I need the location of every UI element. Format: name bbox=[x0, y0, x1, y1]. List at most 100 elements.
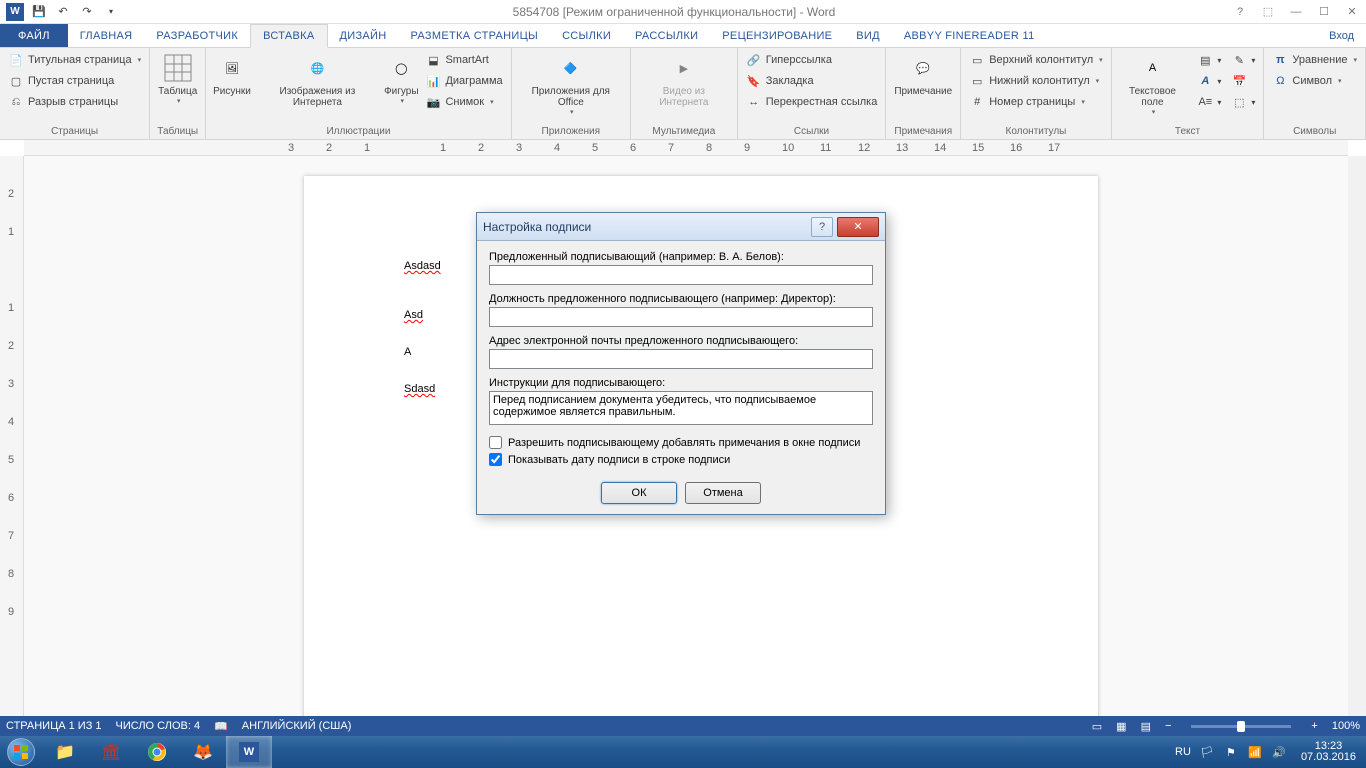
cover-page-button[interactable]: 📄Титульная страница bbox=[4, 50, 145, 70]
tab-developer[interactable]: Разработчик bbox=[144, 24, 250, 47]
bookmark-button[interactable]: 🔖Закладка bbox=[742, 71, 882, 91]
redo-icon[interactable]: ↷ bbox=[76, 1, 98, 23]
ribbon-options-icon[interactable]: ⬚ bbox=[1254, 1, 1282, 23]
signer-input[interactable] bbox=[489, 265, 873, 285]
instructions-textarea[interactable] bbox=[489, 391, 873, 425]
word-count[interactable]: ЧИСЛО СЛОВ: 4 bbox=[116, 720, 201, 732]
chart-button[interactable]: 📊Диаграмма bbox=[421, 71, 506, 91]
tab-insert[interactable]: ВСТАВКА bbox=[250, 24, 327, 48]
tab-file[interactable]: ФАЙЛ bbox=[0, 24, 68, 47]
hyperlink-button[interactable]: 🔗Гиперссылка bbox=[742, 50, 882, 70]
taskbar-chrome[interactable] bbox=[134, 736, 180, 768]
office-apps-icon: 🔷 bbox=[555, 52, 587, 84]
word-icon[interactable]: W bbox=[4, 1, 26, 23]
zoom-slider[interactable] bbox=[1191, 725, 1291, 728]
pictures-button[interactable]: 🖼Рисунки bbox=[210, 50, 253, 99]
online-video-label: Видео из Интернета bbox=[639, 86, 729, 108]
date-time-button[interactable]: 📅 bbox=[1227, 71, 1259, 91]
save-icon[interactable]: 💾 bbox=[28, 1, 50, 23]
comment-button[interactable]: 💬Примечание bbox=[890, 50, 956, 99]
sign-in-link[interactable]: Вход bbox=[1317, 24, 1366, 47]
tab-review[interactable]: РЕЦЕНЗИРОВАНИЕ bbox=[710, 24, 844, 47]
maximize-icon[interactable]: ☐ bbox=[1310, 1, 1338, 23]
spell-check-icon[interactable]: 📖 bbox=[214, 720, 228, 733]
tab-view[interactable]: ВИД bbox=[844, 24, 892, 47]
page-number-button[interactable]: #Номер страницы bbox=[965, 92, 1106, 112]
table-button[interactable]: Таблица bbox=[154, 50, 201, 107]
ok-button[interactable]: ОК bbox=[601, 482, 677, 504]
dialog-help-icon[interactable]: ? bbox=[811, 217, 833, 237]
smartart-button[interactable]: ⬓SmartArt bbox=[421, 50, 506, 70]
cancel-button[interactable]: Отмена bbox=[685, 482, 761, 504]
allow-comments-checkbox-row[interactable]: Разрешить подписывающему добавлять приме… bbox=[489, 436, 873, 449]
text-box-button[interactable]: AТекстовое поле bbox=[1116, 50, 1190, 118]
tray-volume-icon[interactable]: 🔊 bbox=[1271, 744, 1287, 760]
wordart-button[interactable]: A▾ bbox=[1193, 71, 1225, 91]
taskbar-app1[interactable]: 🏛 bbox=[88, 736, 134, 768]
zoom-out-icon[interactable]: − bbox=[1165, 720, 1171, 732]
pictures-label: Рисунки bbox=[213, 86, 251, 97]
office-apps-button[interactable]: 🔷Приложения для Office bbox=[516, 50, 626, 118]
tab-references[interactable]: ССЫЛКИ bbox=[550, 24, 623, 47]
group-tables-label: Таблицы bbox=[154, 125, 201, 139]
symbol-button[interactable]: ΩСимвол bbox=[1268, 71, 1361, 91]
tab-home[interactable]: ГЛАВНАЯ bbox=[68, 24, 145, 47]
dialog-titlebar[interactable]: Настройка подписи ? ✕ bbox=[477, 213, 885, 241]
footer-button[interactable]: ▭Нижний колонтитул bbox=[965, 71, 1106, 91]
object-button[interactable]: ⬚▾ bbox=[1227, 92, 1259, 112]
web-layout-icon[interactable]: ▤ bbox=[1141, 720, 1151, 733]
cross-ref-button[interactable]: ↔Перекрестная ссылка bbox=[742, 92, 882, 112]
dialog-close-icon[interactable]: ✕ bbox=[837, 217, 879, 237]
screenshot-icon: 📷 bbox=[425, 94, 441, 110]
minimize-icon[interactable]: — bbox=[1282, 1, 1310, 23]
page-break-button[interactable]: ⎌Разрыв страницы bbox=[4, 92, 145, 112]
taskbar-word[interactable]: W bbox=[226, 736, 272, 768]
horizontal-ruler[interactable]: 321 123 456 789 101112 131415 1617 bbox=[24, 140, 1348, 156]
taskbar-firefox[interactable]: 🦊 bbox=[180, 736, 226, 768]
blank-page-label: Пустая страница bbox=[28, 75, 114, 87]
signature-line-button[interactable]: ✎▾ bbox=[1227, 50, 1259, 70]
signer-label: Предложенный подписывающий (например: В.… bbox=[489, 251, 873, 263]
email-input[interactable] bbox=[489, 349, 873, 369]
shapes-button[interactable]: ◯Фигуры bbox=[381, 50, 421, 107]
tray-flag-icon[interactable]: 🏳 bbox=[1199, 744, 1215, 760]
tray-action-center-icon[interactable]: ⚑ bbox=[1223, 744, 1239, 760]
language-status[interactable]: АНГЛИЙСКИЙ (США) bbox=[242, 720, 352, 732]
page-status[interactable]: СТРАНИЦА 1 ИЗ 1 bbox=[6, 720, 102, 732]
quick-parts-button[interactable]: ▤▾ bbox=[1193, 50, 1225, 70]
allow-comments-checkbox[interactable] bbox=[489, 436, 502, 449]
print-layout-icon[interactable]: ▦ bbox=[1116, 720, 1126, 733]
job-input[interactable] bbox=[489, 307, 873, 327]
cover-page-label: Титульная страница bbox=[28, 54, 132, 66]
show-date-checkbox-row[interactable]: Показывать дату подписи в строке подписи bbox=[489, 453, 873, 466]
drop-cap-button[interactable]: A≡▾ bbox=[1193, 92, 1225, 112]
video-icon: ▶ bbox=[668, 52, 700, 84]
tray-language[interactable]: RU bbox=[1175, 746, 1191, 758]
window-title: 5854708 [Режим ограниченной функциональн… bbox=[122, 5, 1226, 19]
undo-icon[interactable]: ↶ bbox=[52, 1, 74, 23]
qat-customize-icon[interactable]: ▾ bbox=[100, 1, 122, 23]
read-mode-icon[interactable]: ▭ bbox=[1092, 720, 1102, 733]
tray-clock[interactable]: 13:23 07.03.2016 bbox=[1295, 741, 1362, 763]
show-date-checkbox[interactable] bbox=[489, 453, 502, 466]
vertical-ruler[interactable]: 21 123 456 789 bbox=[0, 156, 24, 716]
blank-page-button[interactable]: ▢Пустая страница bbox=[4, 71, 145, 91]
start-button[interactable] bbox=[0, 736, 42, 768]
screenshot-button[interactable]: 📷Снимок bbox=[421, 92, 506, 112]
help-icon[interactable]: ? bbox=[1226, 1, 1254, 23]
zoom-level[interactable]: 100% bbox=[1332, 720, 1360, 732]
zoom-in-icon[interactable]: + bbox=[1311, 720, 1317, 732]
group-links-label: Ссылки bbox=[742, 125, 882, 139]
online-pictures-button[interactable]: 🌐Изображения из Интернета bbox=[254, 50, 382, 110]
tray-network-icon[interactable]: 📶 bbox=[1247, 744, 1263, 760]
close-icon[interactable]: ✕ bbox=[1338, 1, 1366, 23]
tab-mailings[interactable]: РАССЫЛКИ bbox=[623, 24, 710, 47]
tab-layout[interactable]: РАЗМЕТКА СТРАНИЦЫ bbox=[399, 24, 551, 47]
equation-button[interactable]: πУравнение bbox=[1268, 50, 1361, 70]
tab-design[interactable]: ДИЗАЙН bbox=[328, 24, 399, 47]
header-button[interactable]: ▭Верхний колонтитул bbox=[965, 50, 1106, 70]
taskbar-explorer[interactable]: 📁 bbox=[42, 736, 88, 768]
vertical-scrollbar[interactable] bbox=[1348, 156, 1366, 716]
tab-abbyy[interactable]: ABBYY FineReader 11 bbox=[892, 24, 1047, 47]
text-box-icon: A bbox=[1137, 52, 1169, 84]
